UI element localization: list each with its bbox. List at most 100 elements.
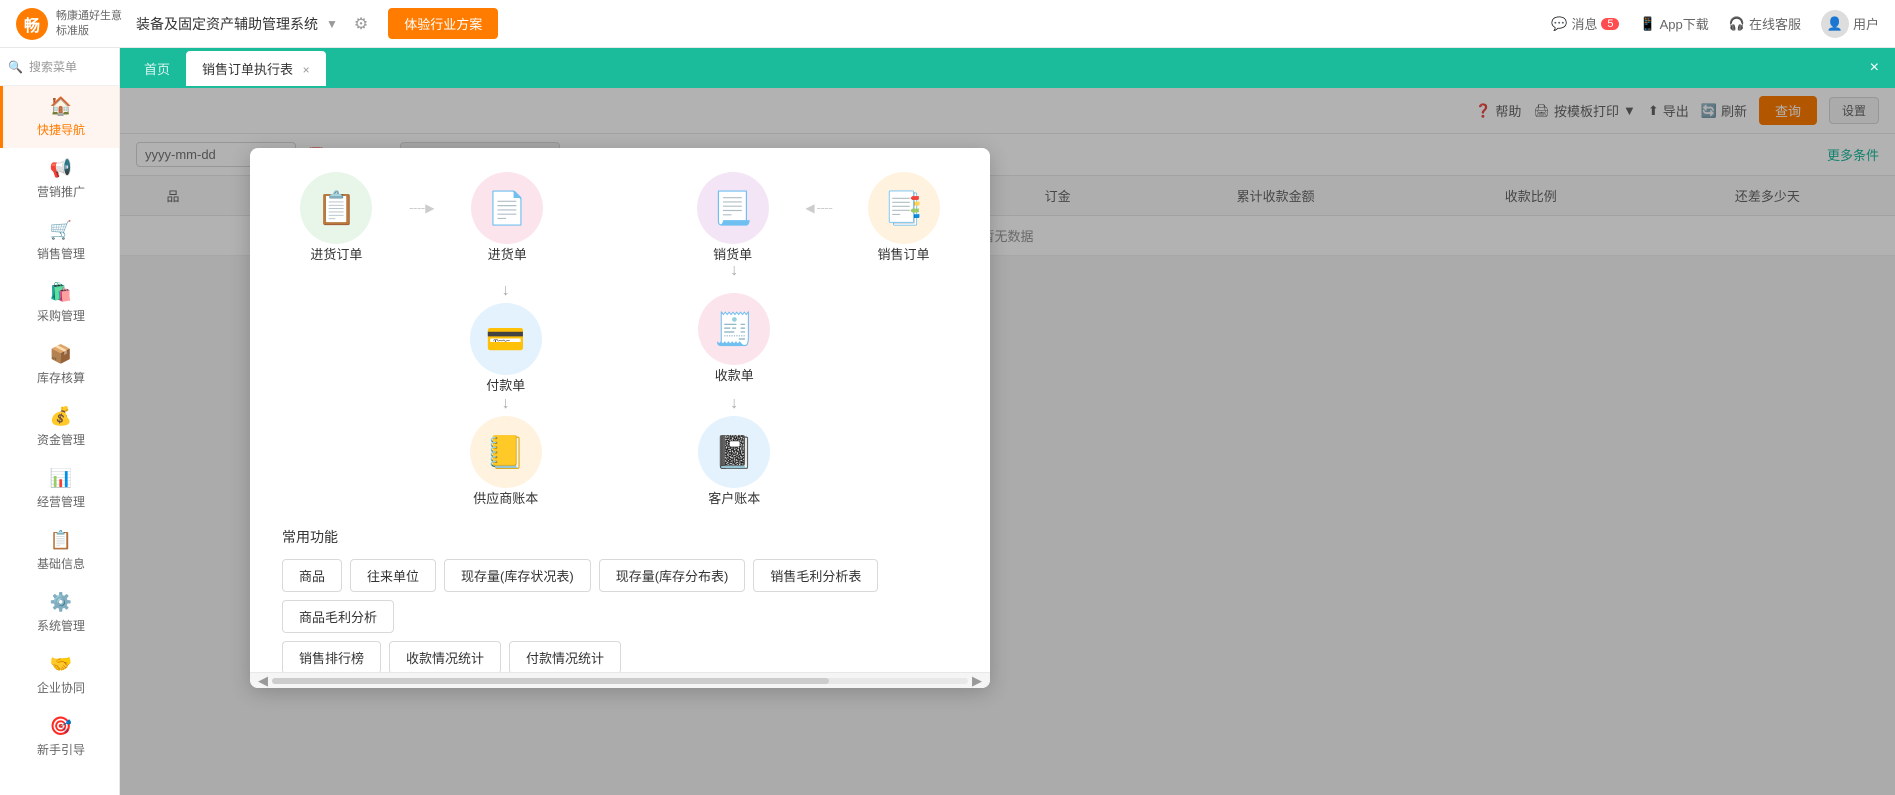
main-layout: 🔍 搜索菜单 🏠 快捷导航 📢 营销推广 🛒 销售管理 🛍️ 采购管理 📦 库存… — [0, 48, 1895, 795]
function-btns-row1: 商品 往来单位 现存量(库存状况表) 现存量(库存分布表) 销售毛利分析表 商品… — [282, 559, 958, 633]
scrollbar-track[interactable] — [272, 678, 968, 684]
tab-home[interactable]: 首页 — [128, 51, 186, 86]
search-menu-label: 搜索菜单 — [29, 58, 77, 75]
inventory-icon: 📦 — [50, 344, 72, 365]
fn-btn-inventory-dist[interactable]: 现存量(库存分布表) — [599, 559, 746, 592]
arrows-row-1: ↓ — [282, 263, 958, 279]
supplier-ledger-label: 供应商账本 — [473, 488, 538, 507]
message-icon: 💬 — [1551, 16, 1567, 32]
payment-bill-circle[interactable]: 💳 — [470, 303, 542, 375]
payment-bill-icon: 💳 — [486, 320, 526, 358]
sidebar-item-label-newbie: 新手引导 — [37, 741, 85, 758]
gear-icon[interactable]: ⚙ — [354, 14, 368, 34]
flow-col-supplier: 📒 供应商账本 — [470, 416, 542, 507]
receipt-bill-icon: 🧾 — [714, 310, 754, 348]
service-icon: 🎧 — [1729, 16, 1745, 32]
fn-btn-sales-rank[interactable]: 销售排行榜 — [282, 641, 381, 672]
user-label: 用户 — [1853, 14, 1879, 33]
scroll-right-icon[interactable]: ▶ — [968, 673, 986, 689]
sidebar-item-newbie[interactable]: 🎯 新手引导 — [0, 706, 119, 768]
flow-col-sales-bill: 📃 销货单 — [697, 172, 769, 263]
logo-icon: 畅 — [16, 8, 48, 40]
marketing-icon: 📢 — [50, 158, 72, 179]
sales-bill-circle[interactable]: 📃 — [697, 172, 769, 244]
sidebar-item-system[interactable]: ⚙️ 系统管理 — [0, 582, 119, 644]
message-item[interactable]: 💬 消息 5 — [1551, 14, 1619, 33]
arrow-down-pb: ↓ — [502, 283, 510, 299]
supplier-ledger-circle[interactable]: 📒 — [470, 416, 542, 488]
tab-sales-order[interactable]: 销售订单执行表 × — [186, 51, 326, 86]
sales-bill-icon: 📃 — [713, 189, 753, 227]
sales-order-icon: 📑 — [884, 189, 924, 227]
sp2 — [411, 396, 431, 412]
purchase-order-label: 进货订单 — [310, 244, 362, 263]
system-dropdown-icon[interactable]: ▼ — [326, 17, 338, 31]
user-item[interactable]: 👤 用户 — [1821, 10, 1879, 38]
app-download-item[interactable]: 📱 App下载 — [1639, 14, 1708, 33]
modal-scrollbar: ◀ ▶ — [250, 672, 990, 688]
sidebar-item-quick-nav[interactable]: 🏠 快捷导航 — [0, 86, 119, 148]
sidebar-item-operations[interactable]: 📊 经营管理 — [0, 458, 119, 520]
sales-order-circle[interactable]: 📑 — [868, 172, 940, 244]
message-badge: 5 — [1601, 18, 1619, 30]
logo-area: 畅 畅康通好生意 标准版 — [16, 8, 136, 40]
tab-close-icon[interactable]: × — [303, 63, 310, 77]
sp5 — [867, 396, 939, 412]
search-menu[interactable]: 🔍 搜索菜单 — [0, 48, 119, 86]
system-icon: ⚙️ — [50, 592, 72, 613]
system-title-text: 装备及固定资产辅助管理系统 — [136, 14, 318, 34]
sidebar-item-label-basic-info: 基础信息 — [37, 555, 85, 572]
purchase-bill-icon: 📄 — [487, 189, 527, 227]
sidebar-item-label-marketing: 营销推广 — [37, 183, 85, 200]
sidebar-item-label-enterprise: 企业协同 — [37, 679, 85, 696]
flow-row-2: ↓ 💳 付款单 🧾 — [282, 283, 958, 394]
fn-btn-receipt-stat[interactable]: 收款情况统计 — [389, 641, 501, 672]
receipt-bill-circle[interactable]: 🧾 — [698, 293, 770, 365]
sp4 — [809, 396, 829, 412]
system-title-area: 装备及固定资产辅助管理系统 ▼ ⚙ 体验行业方案 — [136, 8, 1551, 39]
fn-btn-inventory-status[interactable]: 现存量(库存状况表) — [444, 559, 591, 592]
fn-btn-sales-gross[interactable]: 销售毛利分析表 — [753, 559, 878, 592]
sidebar-item-marketing[interactable]: 📢 营销推广 — [0, 148, 119, 210]
scrollbar-thumb — [272, 678, 829, 684]
purchase-bill-label: 进货单 — [488, 244, 527, 263]
flow-col-customer: 📓 客户账本 — [698, 416, 770, 507]
fn-btn-product[interactable]: 商品 — [282, 559, 342, 592]
operations-icon: 📊 — [50, 468, 72, 489]
sidebar-item-purchase[interactable]: 🛍️ 采购管理 — [0, 272, 119, 334]
purchase-order-circle[interactable]: 📋 — [300, 172, 372, 244]
sp3 — [580, 396, 660, 412]
sp1 — [301, 396, 373, 412]
flow-col-sales-order: 📑 销售订单 — [868, 172, 940, 263]
modal-overlay: 📋 进货订单 - - - - ▶ — [120, 88, 1895, 795]
scroll-left-icon[interactable]: ◀ — [254, 673, 272, 689]
sidebar-item-finance[interactable]: 💰 资金管理 — [0, 396, 119, 458]
sidebar-item-enterprise[interactable]: 🤝 企业协同 — [0, 644, 119, 706]
sidebar-item-basic-info[interactable]: 📋 基础信息 — [0, 520, 119, 582]
fn-btn-product-gross[interactable]: 商品毛利分析 — [282, 600, 394, 633]
close-all-tabs-icon[interactable]: × — [1862, 55, 1887, 81]
content-area: 首页 销售订单执行表 × × ❓ 帮助 🖨 按模板打印 ▼ — [120, 48, 1895, 795]
customer-ledger-label: 客户账本 — [708, 488, 760, 507]
common-functions: 常用功能 商品 往来单位 现存量(库存状况表) 现存量(库存分布表) 销售毛利分… — [282, 527, 958, 672]
finance-icon: 💰 — [50, 406, 72, 427]
fn-btn-payment-stat[interactable]: 付款情况统计 — [509, 641, 621, 672]
sidebar-item-label-purchase: 采购管理 — [37, 307, 85, 324]
basic-info-icon: 📋 — [50, 530, 72, 551]
arrow-down-sb: ↓ — [698, 263, 770, 279]
sidebar-item-label-quick-nav: 快捷导航 — [37, 121, 85, 138]
fn-btn-counterpart[interactable]: 往来单位 — [350, 559, 436, 592]
sidebar-item-inventory[interactable]: 📦 库存核算 — [0, 334, 119, 396]
top-header: 畅 畅康通好生意 标准版 装备及固定资产辅助管理系统 ▼ ⚙ 体验行业方案 💬 … — [0, 0, 1895, 48]
spacer-arrow-3 — [867, 263, 939, 279]
trial-btn[interactable]: 体验行业方案 — [388, 8, 498, 39]
online-service-item[interactable]: 🎧 在线客服 — [1729, 14, 1801, 33]
customer-ledger-circle[interactable]: 📓 — [698, 416, 770, 488]
flow-col-receipt: 🧾 收款单 — [698, 293, 770, 384]
common-functions-title: 常用功能 — [282, 527, 958, 547]
sidebar-item-sales[interactable]: 🛒 销售管理 — [0, 210, 119, 272]
purchase-bill-circle[interactable]: 📄 — [471, 172, 543, 244]
arrow-po-pb: - - - - ▶ — [409, 200, 434, 235]
enterprise-icon: 🤝 — [50, 654, 72, 675]
supplier-ledger-icon: 📒 — [486, 433, 526, 471]
